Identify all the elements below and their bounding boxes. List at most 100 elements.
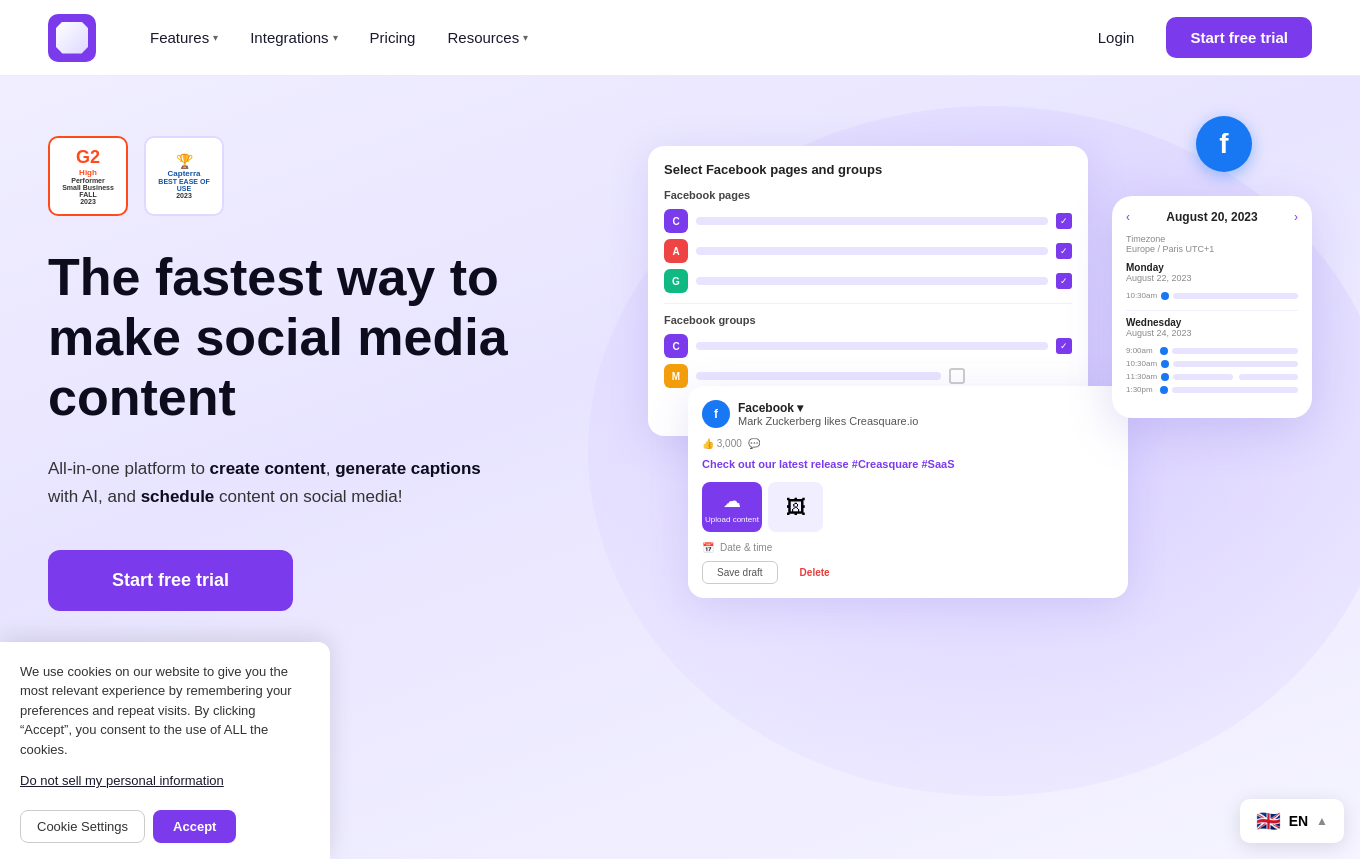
composer-avatar: f xyxy=(702,400,730,428)
time-1030: 10:30am xyxy=(1126,359,1157,368)
g2-title: High xyxy=(79,168,97,177)
hero-mockup: f Select Facebook pages and groups Faceb… xyxy=(628,136,1312,696)
page-row-2: A ✓ xyxy=(664,239,1072,263)
entry-bar-2 xyxy=(1172,348,1298,354)
upload-icon: ☁ xyxy=(723,490,741,512)
g2-badge: G2 High Performer Small Business FALL 20… xyxy=(48,136,128,216)
g2-icon: G2 xyxy=(76,147,100,168)
composer-card: f Facebook ▾ Mark Zuckerberg likes Creas… xyxy=(688,386,1128,598)
composer-page-name: Facebook ▾ xyxy=(738,401,918,415)
monday-section: Monday August 22, 2023 10:30am xyxy=(1126,262,1298,302)
nav-trial-button[interactable]: Start free trial xyxy=(1166,17,1312,58)
language-chevron-icon: ▲ xyxy=(1316,814,1328,828)
group-name-2 xyxy=(696,372,941,380)
wednesday-section: Wednesday August 24, 2023 9:00am 10:30am… xyxy=(1126,317,1298,396)
select-pages-title: Select Facebook pages and groups xyxy=(664,162,1072,177)
nav-links: Features ▾ Integrations ▾ Pricing Resour… xyxy=(136,21,542,54)
flag-icon: 🇬🇧 xyxy=(1256,809,1281,833)
fb-dot-2 xyxy=(1160,347,1168,355)
entry-bar-4b xyxy=(1239,374,1298,380)
logo-icon xyxy=(56,22,88,54)
hero-headline: The fastest way to make social media con… xyxy=(48,248,628,427)
nav-integrations[interactable]: Integrations ▾ xyxy=(236,21,351,54)
cal-entry-900am: 9:00am xyxy=(1126,344,1298,357)
nav-resources[interactable]: Resources ▾ xyxy=(433,21,542,54)
page-name-3 xyxy=(696,277,1048,285)
capterra-label: Capterra xyxy=(168,169,201,178)
cal-month: August 20, 2023 xyxy=(1166,210,1257,224)
cal-prev-button[interactable]: ‹ xyxy=(1126,210,1130,224)
entry-bar-3 xyxy=(1173,361,1298,367)
resources-chevron-icon: ▾ xyxy=(523,32,528,43)
navbar: Features ▾ Integrations ▾ Pricing Resour… xyxy=(0,0,1360,76)
cal-entry-130pm: 1:30pm xyxy=(1126,383,1298,396)
calendar-icon: 📅 xyxy=(702,542,714,553)
hero-subline: All-in-one platform to create content, g… xyxy=(48,455,628,509)
time-label: 10:30am xyxy=(1126,291,1157,300)
nav-right: Login Start free trial xyxy=(1082,17,1312,58)
reaction-row: 👍 3,000 💬 xyxy=(702,438,1114,449)
cookie-privacy-link[interactable]: Do not sell my personal information xyxy=(20,773,224,788)
fb-dot-3 xyxy=(1161,360,1169,368)
calendar-header: ‹ August 20, 2023 › xyxy=(1126,210,1298,224)
language-selector[interactable]: 🇬🇧 EN ▲ xyxy=(1240,799,1344,843)
composer-text: Check out our latest release #Creasquare… xyxy=(702,457,1114,472)
page-check-2[interactable]: ✓ xyxy=(1056,243,1072,259)
group-row-1: C ✓ xyxy=(664,334,1072,358)
composer-account: Mark Zuckerberg likes Creasquare.io xyxy=(738,415,918,427)
cookie-text: We use cookies on our website to give yo… xyxy=(20,662,310,760)
group-avatar-1: C xyxy=(664,334,688,358)
cal-next-button[interactable]: › xyxy=(1294,210,1298,224)
media-thumbnail: 🖼 xyxy=(768,482,823,532)
page-row-1: C ✓ xyxy=(664,209,1072,233)
page-avatar-3: G xyxy=(664,269,688,293)
delete-button[interactable]: Delete xyxy=(786,561,844,584)
nav-left: Features ▾ Integrations ▾ Pricing Resour… xyxy=(48,14,542,62)
login-button[interactable]: Login xyxy=(1082,21,1151,54)
hero-cta-button[interactable]: Start free trial xyxy=(48,550,293,611)
cal-entry-1030am-2: 10:30am xyxy=(1126,357,1298,370)
group-name-1 xyxy=(696,342,1048,350)
page-avatar-1: C xyxy=(664,209,688,233)
page-name-2 xyxy=(696,247,1048,255)
group-avatar-2: M xyxy=(664,364,688,388)
group-row-2: M xyxy=(664,364,1072,388)
cookie-buttons: Cookie Settings Accept xyxy=(20,810,310,843)
logo[interactable] xyxy=(48,14,96,62)
cookie-settings-button[interactable]: Cookie Settings xyxy=(20,810,145,843)
mobile-calendar-card: ‹ August 20, 2023 › Timezone Europe / Pa… xyxy=(1112,196,1312,418)
cookie-banner: We use cookies on our website to give yo… xyxy=(0,642,330,860)
integrations-chevron-icon: ▾ xyxy=(333,32,338,43)
composer-actions: Save draft Delete xyxy=(702,561,1114,584)
upload-button[interactable]: ☁ Upload content xyxy=(702,482,762,532)
entry-bar-4 xyxy=(1173,374,1232,380)
group-check-2[interactable] xyxy=(949,368,965,384)
nav-pricing[interactable]: Pricing xyxy=(356,21,430,54)
wednesday-date: August 24, 2023 xyxy=(1126,328,1211,338)
cal-divider xyxy=(1126,310,1298,311)
capterra-icon: 🏆 xyxy=(176,153,193,169)
badge-row: G2 High Performer Small Business FALL 20… xyxy=(48,136,628,216)
page-check-1[interactable]: ✓ xyxy=(1056,213,1072,229)
time-900: 9:00am xyxy=(1126,346,1156,355)
monday-date: August 22, 2023 xyxy=(1126,273,1211,283)
draft-button[interactable]: Save draft xyxy=(702,561,778,584)
monday-label: Monday xyxy=(1126,262,1211,273)
entry-bar xyxy=(1173,293,1298,299)
entry-bar-5 xyxy=(1172,387,1298,393)
page-check-3[interactable]: ✓ xyxy=(1056,273,1072,289)
page-name-1 xyxy=(696,217,1048,225)
cal-entry-1130am: 11:30am xyxy=(1126,370,1298,383)
fb-dot-4 xyxy=(1161,373,1169,381)
page-row-3: G ✓ xyxy=(664,269,1072,293)
nav-features[interactable]: Features ▾ xyxy=(136,21,232,54)
composer-media: ☁ Upload content 🖼 xyxy=(702,482,1114,532)
cookie-accept-button[interactable]: Accept xyxy=(153,810,236,843)
cal-entry-1030am: 10:30am xyxy=(1126,289,1298,302)
group-check-1[interactable]: ✓ xyxy=(1056,338,1072,354)
facebook-icon: f xyxy=(1196,116,1252,172)
page-avatar-2: A xyxy=(664,239,688,263)
capterra-badge: 🏆 Capterra BEST EASE OF USE 2023 xyxy=(144,136,224,216)
time-1130: 11:30am xyxy=(1126,372,1157,381)
timezone-row: Timezone Europe / Paris UTC+1 xyxy=(1126,234,1298,254)
